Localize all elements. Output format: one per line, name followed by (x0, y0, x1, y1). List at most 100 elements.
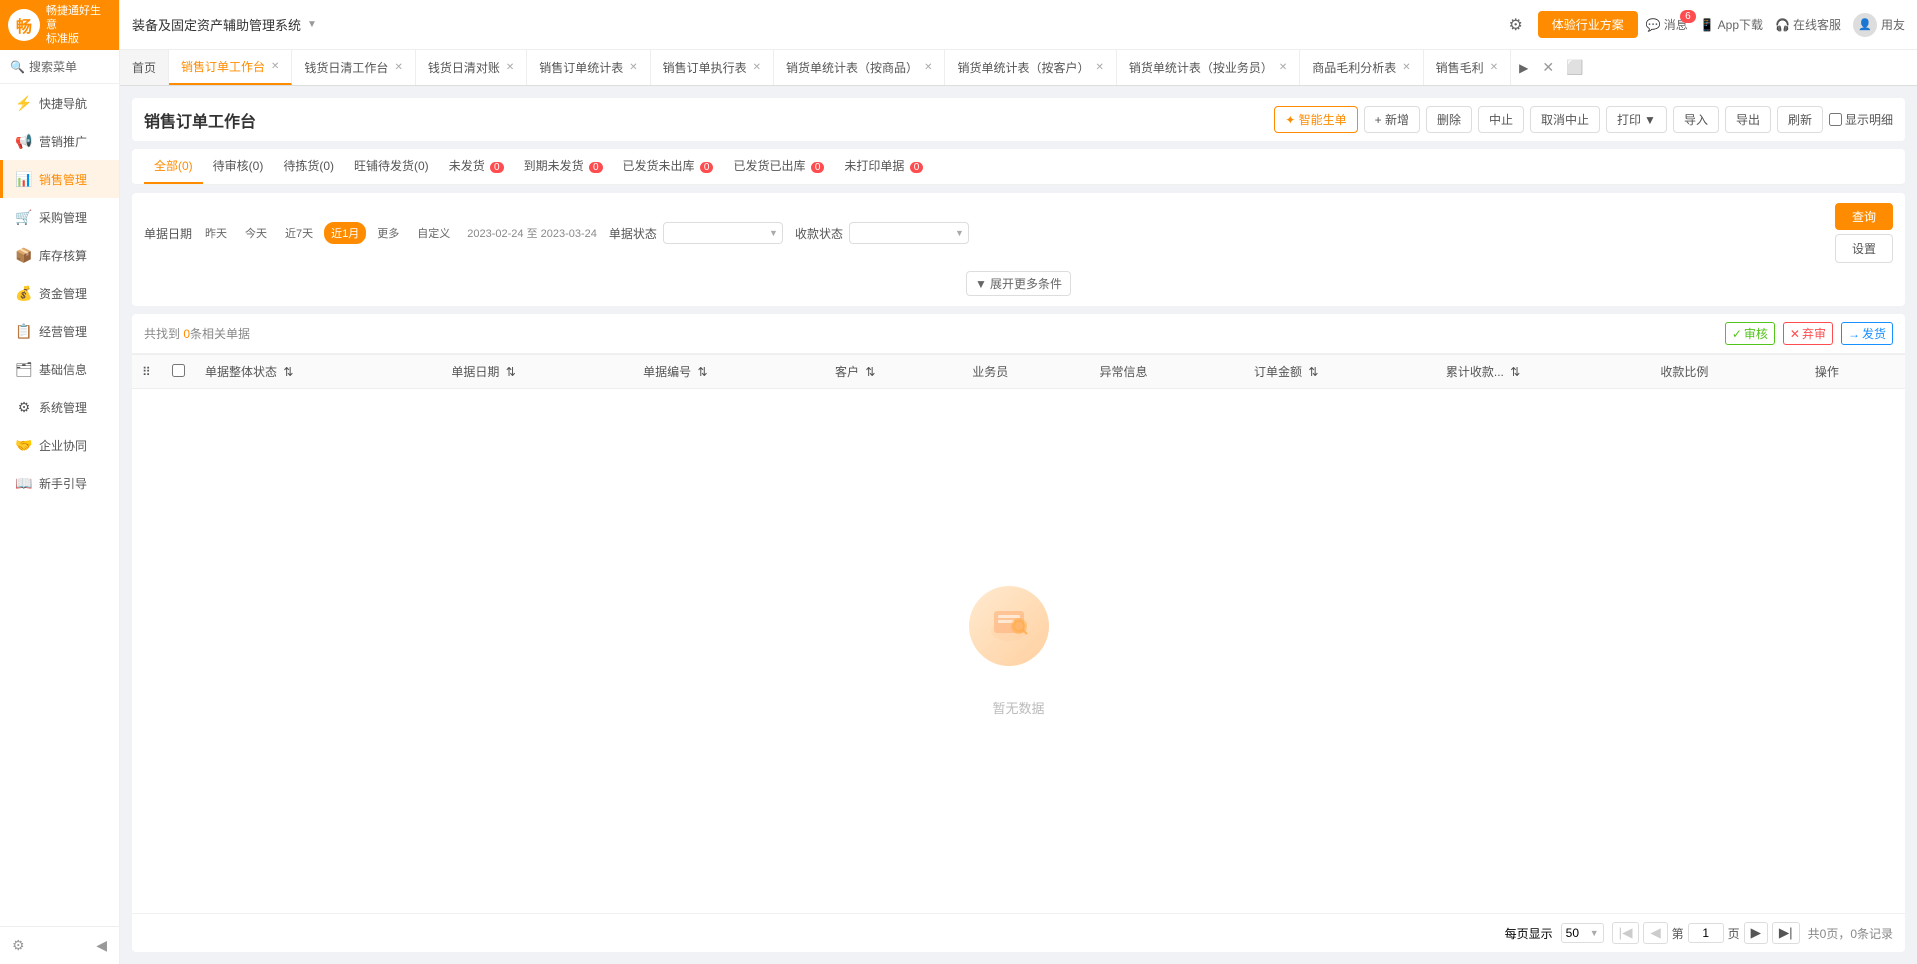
pagination: 每页显示 10 20 50 100 |◀ ◀ 第 (132, 913, 1905, 952)
stop-button[interactable]: 中止 (1478, 106, 1524, 133)
tab-more-button[interactable]: ▶ (1511, 61, 1536, 75)
refresh-button[interactable]: 刷新 (1777, 106, 1823, 133)
tab-sales-total-product[interactable]: 销货单统计表（按商品） ✕ (774, 50, 945, 85)
sort-date-icon[interactable]: ⇅ (506, 365, 516, 379)
tab-sales-exec[interactable]: 销售订单执行表 ✕ (651, 50, 774, 85)
status-select[interactable] (663, 222, 783, 244)
unreview-button[interactable]: ✕ 弃审 (1783, 322, 1833, 345)
sidebar-item-basic[interactable]: 🗂 基础信息 (0, 350, 119, 388)
sidebar-item-operations[interactable]: 📋 经营管理 (0, 312, 119, 350)
tab-cashday[interactable]: 钱货日清工作台 ✕ (292, 50, 415, 85)
page-prev-button[interactable]: ◀ (1643, 922, 1667, 944)
expand-conditions-button[interactable]: ▼ 展开更多条件 (966, 271, 1071, 296)
page-size-select[interactable]: 10 20 50 100 (1561, 923, 1604, 943)
data-table: ⠿ 单据整体状态 ⇅ 单据日期 ⇅ (132, 354, 1905, 389)
sort-status-icon[interactable]: ⇅ (283, 365, 293, 379)
settings-icon[interactable]: ⚙ (12, 937, 25, 954)
new-button[interactable]: + 新增 (1364, 106, 1420, 133)
date-month1[interactable]: 近1月 (324, 222, 366, 244)
online-service-button[interactable]: 🎧 在线客服 (1775, 16, 1841, 33)
tab-close-sales-total-staff[interactable]: ✕ (1279, 62, 1287, 73)
filter-tab-pending-review[interactable]: 待审核(0) (203, 149, 274, 184)
sidebar-item-marketing[interactable]: 📢 营销推广 (0, 122, 119, 160)
export-button[interactable]: 导出 (1725, 106, 1771, 133)
filter-date-group: 昨天 今天 近7天 近1月 更多 自定义 (198, 222, 457, 244)
sidebar-item-system[interactable]: ⚙ 系统管理 (0, 388, 119, 426)
expand-icon: ▼ (975, 277, 987, 291)
filter-tab-overdue-not-shipped[interactable]: 到期未发货 0 (514, 149, 613, 184)
review-button[interactable]: ✓ 审核 (1725, 322, 1775, 345)
tab-close-cashday[interactable]: ✕ (394, 62, 402, 73)
date-yesterday[interactable]: 昨天 (198, 222, 234, 244)
tab-sales-gross[interactable]: 销售毛利 ✕ (1424, 50, 1511, 85)
sort-amount-icon[interactable]: ⇅ (1308, 365, 1318, 379)
tab-home[interactable]: 首页 (120, 50, 169, 85)
tab-sales-workbench[interactable]: 销售订单工作台 ✕ (169, 50, 292, 85)
display-detail-input[interactable] (1829, 113, 1842, 126)
import-button[interactable]: 导入 (1673, 106, 1719, 133)
sort-number-icon[interactable]: ⇅ (698, 365, 708, 379)
tab-restore-button[interactable]: ⬜ (1560, 59, 1589, 76)
filter-tab-pending-inspect[interactable]: 待拣货(0) (273, 149, 344, 184)
filter-tab-not-shipped[interactable]: 未发货 0 (439, 149, 514, 184)
date-recent7[interactable]: 近7天 (278, 222, 320, 244)
delete-button[interactable]: 删除 (1426, 106, 1472, 133)
tab-product-margin[interactable]: 商品毛利分析表 ✕ (1300, 50, 1423, 85)
filter-tab-unprinted[interactable]: 未打印单据 0 (834, 149, 933, 184)
topbar-settings-icon[interactable]: ⚙ (1502, 11, 1530, 39)
page-next-button[interactable]: ▶ (1744, 922, 1768, 944)
smart-create-button[interactable]: ✦ 智能生单 (1274, 106, 1357, 133)
sidebar-item-newbie[interactable]: 📖 新手引导 (0, 464, 119, 502)
date-custom[interactable]: 自定义 (410, 222, 457, 244)
collapse-icon[interactable]: ◀ (96, 937, 107, 954)
cancel-stop-button[interactable]: 取消中止 (1530, 106, 1600, 133)
review-icon: ✓ (1732, 327, 1742, 341)
tab-close-sales-stat[interactable]: ✕ (629, 62, 637, 73)
tab-close-product-margin[interactable]: ✕ (1402, 62, 1410, 73)
query-button[interactable]: 查询 (1835, 203, 1893, 230)
filter-tab-wangpu-pending[interactable]: 旺铺待发货(0) (344, 149, 439, 184)
sidebar-item-inventory[interactable]: 📦 库存核算 (0, 236, 119, 274)
display-detail-checkbox[interactable]: 显示明细 (1829, 111, 1893, 128)
sidebar-item-enterprise[interactable]: 🤝 企业协同 (0, 426, 119, 464)
tab-close-cashreconcile[interactable]: ✕ (506, 62, 514, 73)
filter-tab-shipped-out[interactable]: 已发货已出库 0 (723, 149, 834, 184)
tab-sales-total-staff[interactable]: 销货单统计表（按业务员） ✕ (1117, 50, 1300, 85)
col-operation: 操作 (1805, 355, 1905, 389)
industry-solution-button[interactable]: 体验行业方案 (1538, 11, 1638, 38)
date-today[interactable]: 今天 (238, 222, 274, 244)
tab-close-sales-workbench[interactable]: ✕ (271, 61, 279, 72)
filter-row: 单据日期 昨天 今天 近7天 近1月 更多 自定义 2023-02-24 至 2… (132, 193, 1905, 306)
sidebar-item-finance[interactable]: 💰 资金管理 (0, 274, 119, 312)
ship-button[interactable]: → 发货 (1841, 322, 1893, 345)
app-download-button[interactable]: 📱 App下载 (1700, 16, 1763, 33)
tab-cashreconcile[interactable]: 钱货日清对账 ✕ (416, 50, 527, 85)
tab-close-sales-exec[interactable]: ✕ (753, 62, 761, 73)
page-first-button[interactable]: |◀ (1612, 922, 1640, 944)
sidebar-item-purchase[interactable]: 🛒 采购管理 (0, 198, 119, 236)
tab-close-sales-total-customer[interactable]: ✕ (1095, 62, 1103, 73)
date-more[interactable]: 更多 (370, 222, 406, 244)
empty-text: 暂无数据 (992, 698, 1044, 717)
user-info[interactable]: 👤 用友 (1853, 13, 1905, 37)
title-dropdown-arrow[interactable]: ▼ (307, 19, 317, 30)
page-input[interactable] (1688, 923, 1724, 943)
tab-close-all-button[interactable]: ✕ (1536, 59, 1560, 76)
sidebar-item-sales[interactable]: 📊 销售管理 (0, 160, 119, 198)
sort-customer-icon[interactable]: ⇅ (865, 365, 875, 379)
notice-button[interactable]: 💬 消息 6 (1646, 16, 1688, 33)
print-button[interactable]: 打印 ▼ (1606, 106, 1667, 133)
filter-tab-all[interactable]: 全部(0) (144, 149, 203, 184)
tab-close-sales-total-product[interactable]: ✕ (924, 62, 932, 73)
sidebar-item-quicknav[interactable]: ⚡ 快捷导航 (0, 84, 119, 122)
filter-tab-shipped-not-out[interactable]: 已发货未出库 0 (613, 149, 724, 184)
page-last-button[interactable]: ▶| (1772, 922, 1800, 944)
setting-button[interactable]: 设置 (1835, 234, 1893, 263)
tab-close-sales-gross[interactable]: ✕ (1490, 62, 1498, 73)
tab-sales-stat[interactable]: 销售订单统计表 ✕ (527, 50, 650, 85)
sort-collected-icon[interactable]: ⇅ (1510, 365, 1520, 379)
payment-select[interactable] (849, 222, 969, 244)
tab-sales-total-customer[interactable]: 销货单统计表（按客户） ✕ (945, 50, 1116, 85)
sidebar-search[interactable]: 🔍 搜索菜单 (0, 50, 119, 84)
select-all-checkbox[interactable] (172, 364, 185, 377)
